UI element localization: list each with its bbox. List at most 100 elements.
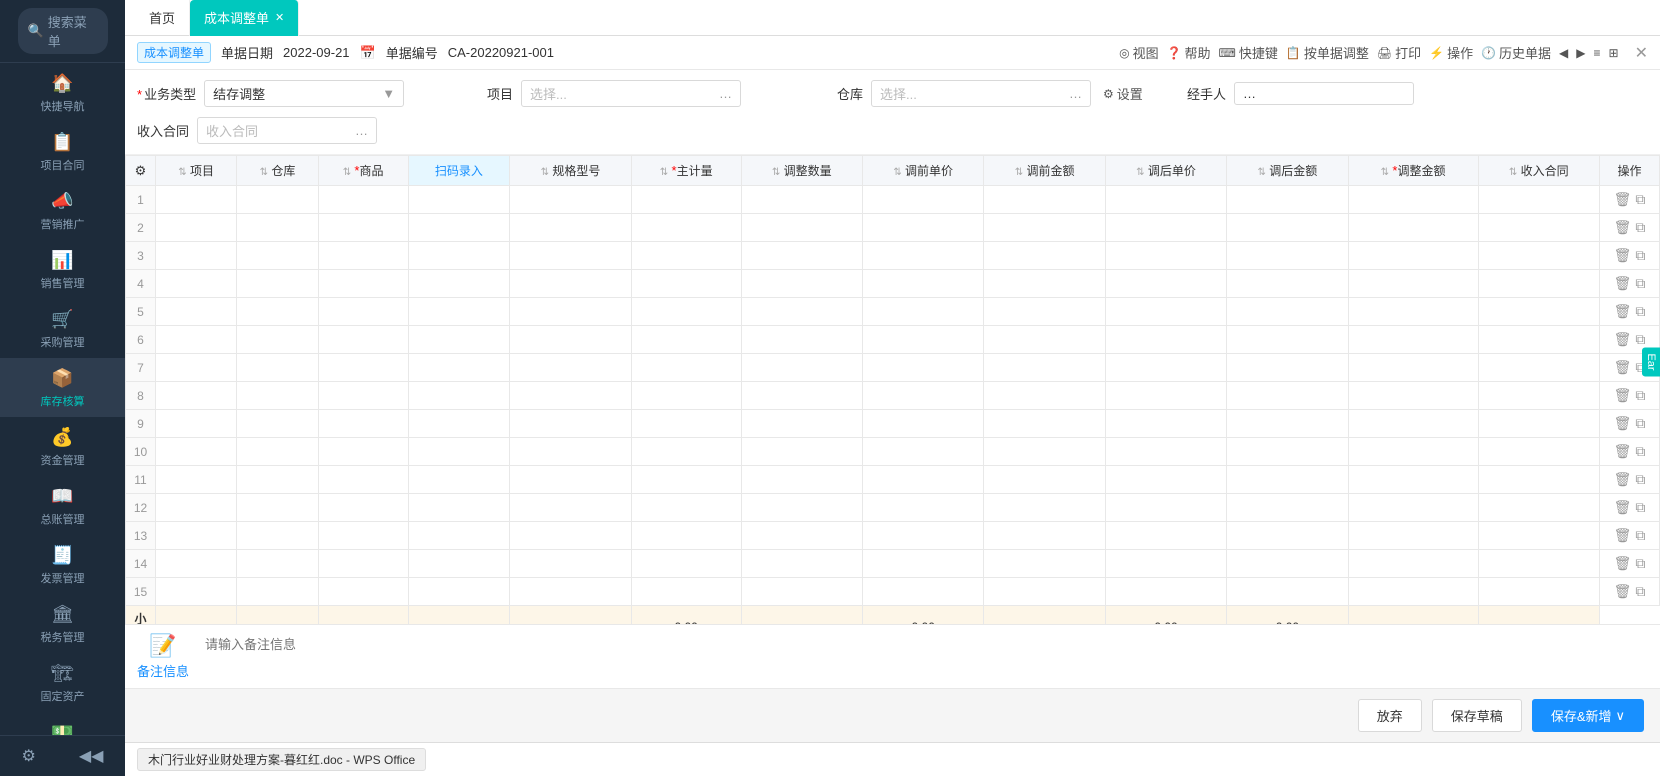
cell-11-5[interactable] bbox=[631, 466, 741, 494]
cell-15-7[interactable] bbox=[863, 578, 984, 606]
delete-icon-1[interactable]: 🗑 bbox=[1614, 191, 1632, 208]
delete-icon-12[interactable]: 🗑 bbox=[1614, 499, 1632, 516]
delete-icon-13[interactable]: 🗑 bbox=[1614, 527, 1632, 544]
income-contract-field[interactable]: 收入合同 … bbox=[197, 117, 377, 144]
cell-10-10[interactable] bbox=[1227, 438, 1348, 466]
cell-7-12[interactable] bbox=[1478, 354, 1600, 382]
cell-5-2[interactable] bbox=[318, 298, 408, 326]
col-scan[interactable]: 扫码录入 bbox=[408, 156, 510, 186]
cell-2-12[interactable] bbox=[1478, 214, 1600, 242]
cell-11-9[interactable] bbox=[1105, 466, 1226, 494]
copy-icon-12[interactable]: ⧉ bbox=[1635, 499, 1645, 516]
cell-12-4[interactable] bbox=[510, 494, 631, 522]
cell-11-7[interactable] bbox=[863, 466, 984, 494]
nav-prev-btn[interactable]: ◀ bbox=[1559, 46, 1568, 60]
cell-2-0[interactable] bbox=[156, 214, 237, 242]
cell-9-4[interactable] bbox=[510, 410, 631, 438]
cell-7-1[interactable] bbox=[237, 354, 318, 382]
cell-15-0[interactable] bbox=[156, 578, 237, 606]
cell-3-3[interactable] bbox=[408, 242, 510, 270]
copy-icon-1[interactable]: ⧉ bbox=[1635, 191, 1645, 208]
abandon-button[interactable]: 放弃 bbox=[1358, 699, 1422, 732]
cell-15-12[interactable] bbox=[1478, 578, 1600, 606]
cell-13-1[interactable] bbox=[237, 522, 318, 550]
cell-12-1[interactable] bbox=[237, 494, 318, 522]
cell-2-9[interactable] bbox=[1105, 214, 1226, 242]
cell-8-10[interactable] bbox=[1227, 382, 1348, 410]
view-btn[interactable]: ◎ 视图 bbox=[1119, 43, 1159, 62]
cell-7-3[interactable] bbox=[408, 354, 510, 382]
delete-icon-15[interactable]: 🗑 bbox=[1614, 583, 1632, 600]
cell-14-6[interactable] bbox=[741, 550, 862, 578]
cell-11-2[interactable] bbox=[318, 466, 408, 494]
cell-6-11[interactable] bbox=[1348, 326, 1478, 354]
cell-8-2[interactable] bbox=[318, 382, 408, 410]
cell-12-9[interactable] bbox=[1105, 494, 1226, 522]
cell-3-1[interactable] bbox=[237, 242, 318, 270]
cell-1-3[interactable] bbox=[408, 186, 510, 214]
cell-14-10[interactable] bbox=[1227, 550, 1348, 578]
cell-6-2[interactable] bbox=[318, 326, 408, 354]
cell-8-7[interactable] bbox=[863, 382, 984, 410]
cell-15-3[interactable] bbox=[408, 578, 510, 606]
cell-14-9[interactable] bbox=[1105, 550, 1226, 578]
cell-3-8[interactable] bbox=[984, 242, 1105, 270]
cell-9-0[interactable] bbox=[156, 410, 237, 438]
cell-4-5[interactable] bbox=[631, 270, 741, 298]
sidebar-item-payroll[interactable]: 💵工资 bbox=[0, 712, 125, 735]
col-settings[interactable]: ⚙ bbox=[126, 156, 156, 186]
tab-home[interactable]: 首页 bbox=[135, 0, 190, 36]
cell-6-3[interactable] bbox=[408, 326, 510, 354]
sidebar-item-purchase-mgmt[interactable]: 🛒采购管理 bbox=[0, 299, 125, 358]
cell-5-8[interactable] bbox=[984, 298, 1105, 326]
cell-5-3[interactable] bbox=[408, 298, 510, 326]
cell-7-11[interactable] bbox=[1348, 354, 1478, 382]
cell-1-7[interactable] bbox=[863, 186, 984, 214]
cell-6-6[interactable] bbox=[741, 326, 862, 354]
cell-4-1[interactable] bbox=[237, 270, 318, 298]
cell-8-5[interactable] bbox=[631, 382, 741, 410]
sidebar-item-tax-mgmt[interactable]: 🏛税务管理 bbox=[0, 594, 125, 653]
cell-13-9[interactable] bbox=[1105, 522, 1226, 550]
save-new-button[interactable]: 保存&新增 ∨ bbox=[1532, 699, 1644, 732]
cell-2-5[interactable] bbox=[631, 214, 741, 242]
cell-3-5[interactable] bbox=[631, 242, 741, 270]
cell-4-10[interactable] bbox=[1227, 270, 1348, 298]
cell-4-2[interactable] bbox=[318, 270, 408, 298]
cell-8-4[interactable] bbox=[510, 382, 631, 410]
cell-10-9[interactable] bbox=[1105, 438, 1226, 466]
cell-9-8[interactable] bbox=[984, 410, 1105, 438]
window-close-btn[interactable]: ✕ bbox=[1635, 43, 1648, 63]
cell-10-1[interactable] bbox=[237, 438, 318, 466]
copy-icon-2[interactable]: ⧉ bbox=[1635, 219, 1645, 236]
sidebar-item-project-contract[interactable]: 📋项目合同 bbox=[0, 122, 125, 181]
cell-10-12[interactable] bbox=[1478, 438, 1600, 466]
cell-1-2[interactable] bbox=[318, 186, 408, 214]
cell-10-7[interactable] bbox=[863, 438, 984, 466]
cell-3-2[interactable] bbox=[318, 242, 408, 270]
cell-2-1[interactable] bbox=[237, 214, 318, 242]
cell-7-8[interactable] bbox=[984, 354, 1105, 382]
cell-12-3[interactable] bbox=[408, 494, 510, 522]
cell-9-2[interactable] bbox=[318, 410, 408, 438]
cell-9-3[interactable] bbox=[408, 410, 510, 438]
cell-8-1[interactable] bbox=[237, 382, 318, 410]
cell-6-4[interactable] bbox=[510, 326, 631, 354]
cell-15-8[interactable] bbox=[984, 578, 1105, 606]
cell-7-6[interactable] bbox=[741, 354, 862, 382]
settings-icon[interactable]: ⚙ bbox=[22, 746, 36, 766]
cell-3-10[interactable] bbox=[1227, 242, 1348, 270]
cell-10-3[interactable] bbox=[408, 438, 510, 466]
cell-12-2[interactable] bbox=[318, 494, 408, 522]
copy-icon-14[interactable]: ⧉ bbox=[1635, 555, 1645, 572]
cell-14-0[interactable] bbox=[156, 550, 237, 578]
cell-12-11[interactable] bbox=[1348, 494, 1478, 522]
cell-1-1[interactable] bbox=[237, 186, 318, 214]
cell-1-9[interactable] bbox=[1105, 186, 1226, 214]
cell-5-4[interactable] bbox=[510, 298, 631, 326]
side-indicator[interactable]: Ear bbox=[1642, 347, 1660, 376]
search-menu-button[interactable]: 🔍 搜索菜单 bbox=[18, 8, 108, 54]
cell-3-0[interactable] bbox=[156, 242, 237, 270]
project-field[interactable]: 选择... … bbox=[521, 80, 741, 107]
copy-icon-13[interactable]: ⧉ bbox=[1635, 527, 1645, 544]
